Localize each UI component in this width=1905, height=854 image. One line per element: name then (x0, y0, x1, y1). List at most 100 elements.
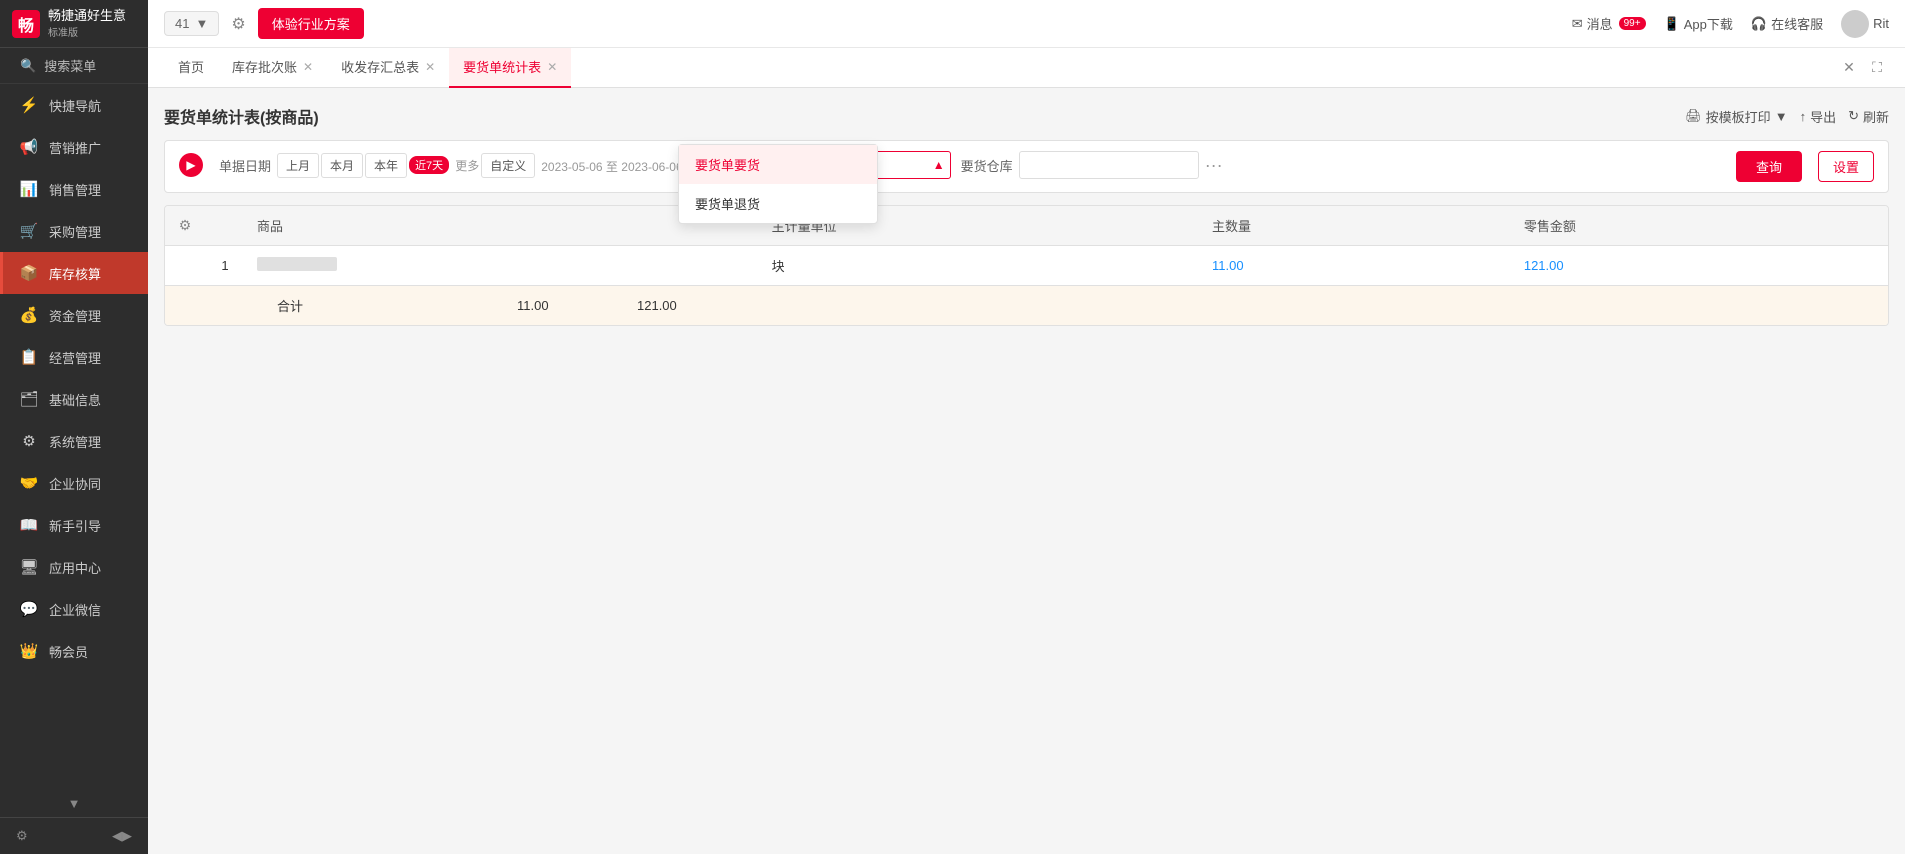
sidebar-item-inventory[interactable]: 📦 库存核算 (0, 252, 148, 294)
tab-goods-stat[interactable]: 要货单统计表 ✕ (449, 48, 571, 88)
date-prev-month-btn[interactable]: 上月 (277, 153, 319, 178)
date-label: 单据日期 (219, 156, 271, 175)
quantity-link[interactable]: 11.00 (1212, 258, 1244, 273)
footer-quantity: 11.00 (457, 298, 577, 313)
sidebar-item-label: 应用中心 (49, 558, 101, 577)
date-more-label: 更多 (455, 157, 479, 174)
tab-end-buttons: ✕ ⛶ (1837, 56, 1889, 80)
filter-fields: 单据日期 上月 本月 本年 近7天 更多 自定义 2023-05-06 至 20… (219, 151, 1720, 179)
page-title: 要货单统计表(按商品) (164, 104, 319, 128)
date-buttons: 上月 本月 本年 近7天 更多 自定义 (277, 153, 535, 178)
date-this-month-btn[interactable]: 本月 (321, 153, 363, 178)
tab-expand-icon[interactable]: ⛶ (1865, 56, 1889, 80)
warehouse-filter-group: 要货仓库 ··· (961, 151, 1223, 179)
filter-more-icon[interactable]: ··· (1205, 156, 1223, 174)
footer-label: 合计 (257, 296, 457, 315)
sidebar-item-operation[interactable]: 📋 经营管理 (0, 336, 148, 378)
sidebar-item-sales[interactable]: 📊 销售管理 (0, 168, 148, 210)
page-area: 要货单统计表(按商品) 🖨 按模板打印 ▼ ↑ 导出 ↻ 刷新 ▶ (148, 88, 1905, 854)
tab-goods-stat-close[interactable]: ✕ (547, 60, 557, 74)
query-button[interactable]: 查询 (1736, 151, 1802, 182)
basic-icon: 🗂 (19, 389, 39, 409)
sidebar-item-label: 畅会员 (49, 642, 88, 661)
wechat-icon: 💬 (19, 599, 39, 619)
footer-amount: 121.00 (577, 298, 697, 313)
online-service-action[interactable]: 🎧 在线客服 (1751, 14, 1823, 33)
sidebar-item-basic[interactable]: 🗂 基础信息 (0, 378, 148, 420)
sidebar-item-purchase[interactable]: 🛒 采购管理 (0, 210, 148, 252)
settings-gear-icon[interactable]: ⚙ (231, 14, 245, 34)
page-header: 要货单统计表(按商品) 🖨 按模板打印 ▼ ↑ 导出 ↻ 刷新 (164, 104, 1889, 128)
tab-close-all-icon[interactable]: ✕ (1837, 56, 1861, 80)
tab-inventory-batch-label: 库存批次账 (232, 57, 297, 76)
table-settings-icon[interactable]: ⚙ (177, 217, 193, 234)
export-btn[interactable]: ↑ 导出 (1800, 107, 1837, 126)
warehouse-input[interactable] (1019, 151, 1199, 179)
tab-collect-summary-close[interactable]: ✕ (425, 60, 435, 74)
sidebar-footer: ⚙ ◀▶ (0, 817, 148, 854)
sidebar-item-label: 企业协同 (49, 474, 101, 493)
brand-sub: 标准版 (48, 24, 126, 39)
collab-icon: 🤝 (19, 473, 39, 493)
tab-collect-summary-label: 收发存汇总表 (341, 57, 419, 76)
date-this-year-btn[interactable]: 本年 (365, 153, 407, 178)
purchase-icon: 🛒 (19, 221, 39, 241)
tab-home[interactable]: 首页 (164, 48, 218, 88)
sidebar-item-label: 采购管理 (49, 222, 101, 241)
sidebar-item-member[interactable]: 👑 畅会员 (0, 630, 148, 672)
filter-bar: ▶ 单据日期 上月 本月 本年 近7天 更多 自定义 2023-05-06 至 … (164, 140, 1889, 193)
date-range: 2023-05-06 至 2023-06-06 (541, 158, 682, 175)
table-footer: 合计 11.00 121.00 (165, 285, 1888, 325)
store-selector-chevron: ▼ (195, 16, 208, 31)
tab-collect-summary[interactable]: 收发存汇总表 ✕ (327, 48, 449, 88)
settings-icon[interactable]: ⚙ (16, 828, 28, 844)
search-menu[interactable]: 🔍 搜索菜单 (0, 48, 148, 84)
tab-home-label: 首页 (178, 57, 204, 76)
collapse-icon[interactable]: ◀▶ (112, 828, 132, 844)
print-label: 按模板打印 (1706, 107, 1771, 126)
table-header-amount: 零售金额 (1512, 206, 1888, 246)
sidebar-item-label: 企业微信 (49, 600, 101, 619)
sidebar-item-guide[interactable]: 📖 新手引导 (0, 504, 148, 546)
store-name: 41 (175, 16, 189, 31)
sidebar-item-finance[interactable]: 💰 资金管理 (0, 294, 148, 336)
sidebar-scroll-down[interactable]: ▼ (0, 789, 148, 817)
table-header-index (205, 206, 245, 246)
table-cell-index: 1 (205, 246, 245, 286)
dropdown-item-return[interactable]: 要货单退货 (679, 184, 877, 223)
sidebar-item-wechat[interactable]: 💬 企业微信 (0, 588, 148, 630)
print-template-btn[interactable]: 🖨 按模板打印 ▼ (1685, 107, 1787, 126)
finance-icon: 💰 (19, 305, 39, 325)
app-icon: 🖥 (19, 557, 39, 577)
sidebar-item-label: 营销推广 (49, 138, 101, 157)
search-icon: 🔍 (20, 58, 36, 74)
table-cell-quantity: 11.00 (1200, 246, 1512, 286)
date-custom-btn[interactable]: 自定义 (481, 153, 535, 178)
expand-filter-btn[interactable]: ▶ (179, 153, 203, 177)
trial-button[interactable]: 体验行业方案 (258, 8, 364, 39)
setting-button[interactable]: 设置 (1818, 151, 1874, 182)
tab-inventory-batch[interactable]: 库存批次账 ✕ (218, 48, 327, 88)
dropdown-item-purchase[interactable]: 要货单要货 (679, 145, 877, 184)
tab-inventory-batch-close[interactable]: ✕ (303, 60, 313, 74)
app-download-action[interactable]: 📱 App下载 (1664, 14, 1733, 33)
date-recent-badge[interactable]: 近7天 (409, 156, 449, 174)
brand-icon: 畅 (12, 10, 40, 38)
refresh-label: 刷新 (1863, 107, 1889, 126)
operation-icon: 📋 (19, 347, 39, 367)
sidebar-item-label: 基础信息 (49, 390, 101, 409)
refresh-btn[interactable]: ↻ 刷新 (1848, 107, 1889, 126)
sidebar-item-collab[interactable]: 🤝 企业协同 (0, 462, 148, 504)
sidebar-item-marketing[interactable]: 📢 营销推广 (0, 126, 148, 168)
message-action[interactable]: ✉ 消息 99+ (1572, 14, 1646, 33)
amount-link[interactable]: 121.00 (1524, 258, 1564, 273)
user-avatar-area[interactable]: Rit (1841, 10, 1889, 38)
type-dropdown: 要货单要货 要货单退货 (678, 144, 878, 224)
system-icon: ⚙ (19, 431, 39, 451)
sidebar-item-app[interactable]: 🖥 应用中心 (0, 546, 148, 588)
sidebar-item-quick-nav[interactable]: ⚡ 快捷导航 (0, 84, 148, 126)
date-filter-group: 单据日期 上月 本月 本年 近7天 更多 自定义 2023-05-06 至 20… (219, 153, 683, 178)
store-selector[interactable]: 41 ▼ (164, 11, 219, 36)
sidebar-item-system[interactable]: ⚙ 系统管理 (0, 420, 148, 462)
print-icon: 🖨 (1685, 108, 1702, 124)
